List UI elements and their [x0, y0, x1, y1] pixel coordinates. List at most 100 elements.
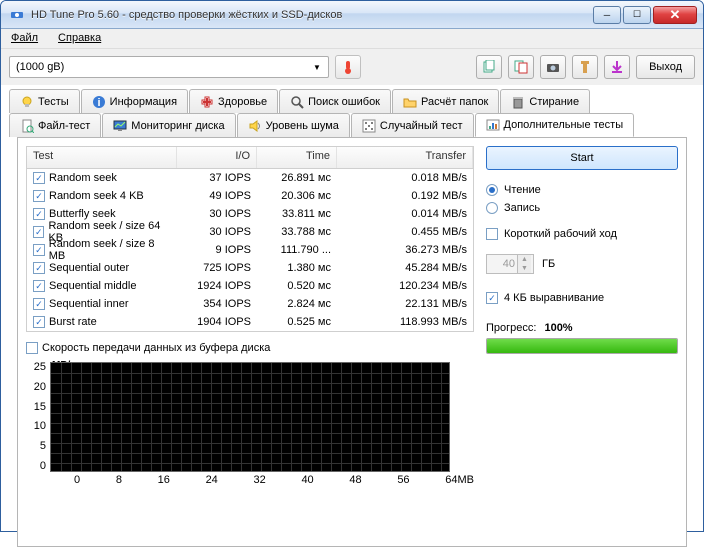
random-icon — [362, 119, 376, 133]
y-tick: 25 — [34, 362, 46, 373]
table-row[interactable]: ✓Sequential outer725 IOPS1.380 мс45.284 … — [27, 259, 473, 277]
tab-label: Файл-тест — [38, 120, 90, 132]
x-tick: 8 — [116, 474, 122, 486]
x-tick: 16 — [158, 474, 170, 486]
col-transfer[interactable]: Transfer — [337, 147, 473, 168]
checkbox-icon: ✓ — [33, 190, 45, 202]
test-name: Sequential outer — [49, 262, 129, 274]
temperature-button[interactable] — [335, 55, 361, 79]
table-row[interactable]: ✓Sequential inner354 IOPS2.824 мс22.131 … — [27, 295, 473, 313]
window-title: HD Tune Pro 5.60 - средство проверки жёс… — [31, 9, 593, 21]
checkbox-icon: ✓ — [486, 292, 498, 304]
app-icon — [9, 7, 25, 23]
time-value: 2.824 мс — [257, 298, 337, 310]
radio-read-label: Чтение — [504, 184, 541, 196]
extra-icon — [486, 118, 500, 132]
copy-info-button[interactable] — [476, 55, 502, 79]
io-value: 30 IOPS — [177, 208, 257, 220]
table-row[interactable]: ✓Sequential middle1924 IOPS0.520 мс120.2… — [27, 277, 473, 295]
io-value: 354 IOPS — [177, 298, 257, 310]
radio-write[interactable]: Запись — [486, 202, 678, 214]
col-io[interactable]: I/O — [177, 147, 257, 168]
minimize-button[interactable]: ─ — [593, 6, 621, 24]
tab-label: Здоровье — [218, 96, 267, 108]
chevron-up-icon: ▲ — [518, 255, 531, 264]
test-name: Burst rate — [49, 316, 97, 328]
time-value: 20.306 мс — [257, 190, 337, 202]
buffer-chart: MB/s 2520151050 0816243240485664MB — [26, 362, 474, 486]
tests-table: Test I/O Time Transfer ✓Random seek37 IO… — [26, 146, 474, 332]
alignment-checkbox[interactable]: ✓ 4 КБ выравнивание — [486, 292, 678, 304]
menu-file[interactable]: Файл — [7, 31, 42, 46]
save-button[interactable] — [604, 55, 630, 79]
tab-filetest[interactable]: Файл-тест — [9, 113, 101, 137]
io-value: 1924 IOPS — [177, 280, 257, 292]
tab-label: Информация — [110, 96, 177, 108]
col-time[interactable]: Time — [257, 147, 337, 168]
buffer-speed-label: Скорость передачи данных из буфера диска — [42, 342, 270, 354]
close-button[interactable]: ✕ — [653, 6, 697, 24]
checkbox-icon: ✓ — [33, 280, 45, 292]
drive-select[interactable]: (1000 gB) ▼ — [9, 56, 329, 78]
checkbox-icon: ✓ — [33, 208, 45, 220]
size-spinner[interactable]: ▲▼ — [486, 254, 534, 274]
tab-speaker[interactable]: Уровень шума — [237, 113, 350, 137]
y-tick: 5 — [40, 441, 46, 452]
transfer-value: 45.284 MB/s — [337, 262, 473, 274]
checkbox-icon: ✓ — [33, 226, 44, 238]
time-value: 1.380 мс — [257, 262, 337, 274]
tab-info[interactable]: i Информация — [81, 89, 188, 113]
menu-help[interactable]: Справка — [54, 31, 105, 46]
y-tick: 10 — [34, 421, 46, 432]
time-value: 0.525 мс — [257, 316, 337, 328]
alignment-label: 4 КБ выравнивание — [504, 292, 604, 304]
transfer-value: 120.234 MB/s — [337, 280, 473, 292]
checkbox-icon — [486, 228, 498, 240]
progress-label: Прогресс: — [486, 322, 536, 334]
col-test[interactable]: Test — [27, 147, 177, 168]
copy-screenshot-button[interactable] — [508, 55, 534, 79]
radio-icon — [486, 184, 498, 196]
table-row[interactable]: ✓Random seek 4 KB49 IOPS20.306 мс0.192 M… — [27, 187, 473, 205]
chevron-down-icon: ▼ — [310, 63, 324, 72]
time-value: 33.788 мс — [257, 226, 337, 238]
tab-extra[interactable]: Дополнительные тесты — [475, 113, 635, 137]
chart-y-axis: 2520151050 — [26, 362, 50, 472]
exit-button[interactable]: Выход — [636, 55, 695, 79]
tab-monitor[interactable]: Мониторинг диска — [102, 113, 235, 137]
io-value: 37 IOPS — [177, 172, 257, 184]
trash-icon — [511, 95, 525, 109]
buffer-speed-checkbox[interactable]: Скорость передачи данных из буфера диска — [26, 342, 474, 354]
table-row[interactable]: ✓Random seek / size 8 MB9 IOPS111.790 ..… — [27, 241, 473, 259]
tab-health[interactable]: Здоровье — [189, 89, 278, 113]
checkbox-icon: ✓ — [33, 316, 45, 328]
titlebar: HD Tune Pro 5.60 - средство проверки жёс… — [1, 1, 703, 29]
tab-label: Расчёт папок — [421, 96, 488, 108]
radio-icon — [486, 202, 498, 214]
test-name: Random seek / size 8 MB — [49, 238, 171, 262]
settings-button[interactable] — [572, 55, 598, 79]
tab-search[interactable]: Поиск ошибок — [279, 89, 391, 113]
start-button[interactable]: Start — [486, 146, 678, 170]
io-value: 49 IOPS — [177, 190, 257, 202]
screenshot-button[interactable] — [540, 55, 566, 79]
svg-text:i: i — [97, 97, 100, 109]
menu-file-label: Файл — [11, 32, 38, 44]
x-tick: 56 — [397, 474, 409, 486]
radio-read[interactable]: Чтение — [486, 184, 678, 196]
transfer-value: 22.131 MB/s — [337, 298, 473, 310]
io-value: 725 IOPS — [177, 262, 257, 274]
tab-trash[interactable]: Стирание — [500, 89, 590, 113]
tab-label: Уровень шума — [266, 120, 339, 132]
tab-random[interactable]: Случайный тест — [351, 113, 474, 137]
tab-folder[interactable]: Расчёт папок — [392, 89, 499, 113]
tab-bulb[interactable]: Тесты — [9, 89, 80, 113]
y-tick: 15 — [34, 402, 46, 413]
short-stroke-checkbox[interactable]: Короткий рабочий ход — [486, 228, 678, 240]
size-unit-label: ГБ — [542, 258, 555, 270]
io-value: 9 IOPS — [177, 244, 257, 256]
table-row[interactable]: ✓Random seek37 IOPS26.891 мс0.018 MB/s — [27, 169, 473, 187]
transfer-value: 0.192 MB/s — [337, 190, 473, 202]
table-row[interactable]: ✓Burst rate1904 IOPS0.525 мс118.993 MB/s — [27, 313, 473, 331]
maximize-button[interactable]: ☐ — [623, 6, 651, 24]
